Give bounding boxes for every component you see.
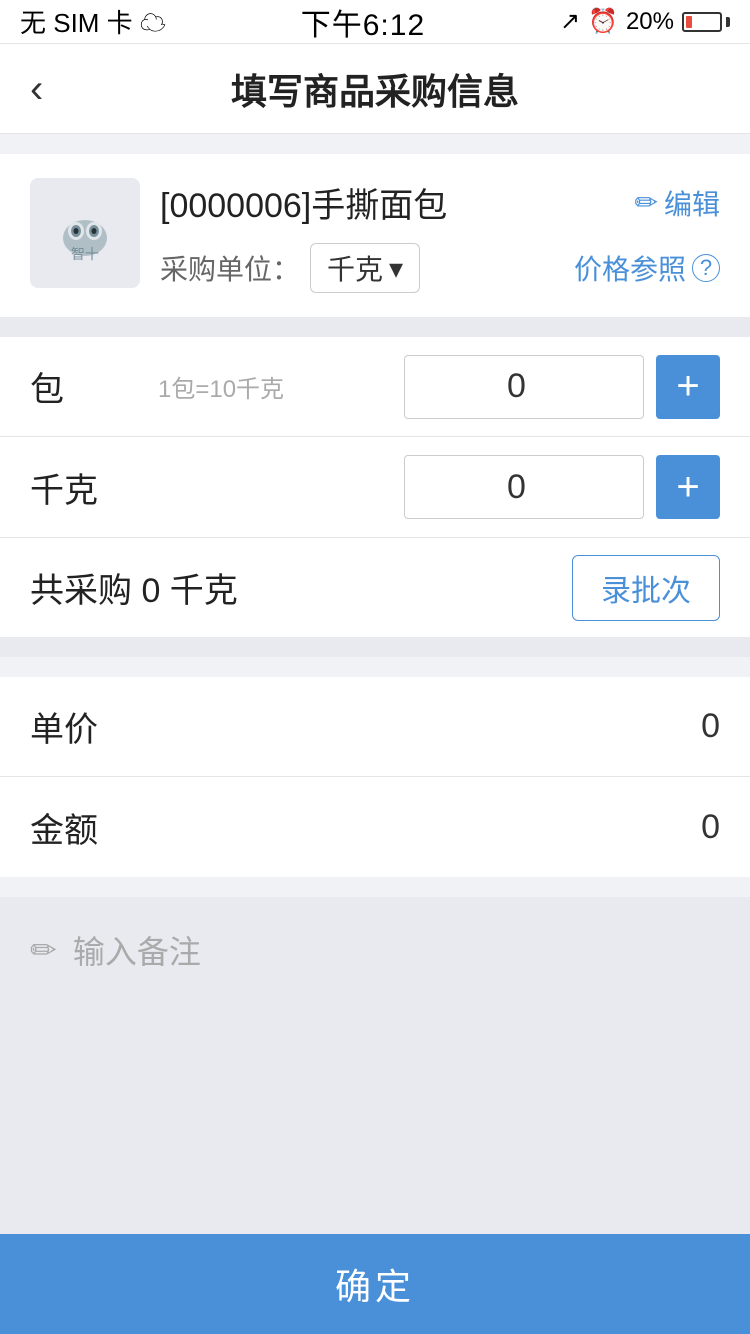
amount-value: 0	[701, 808, 720, 847]
battery-icon	[682, 12, 730, 32]
page-title: 填写商品采购信息	[231, 63, 519, 115]
amount-label: 金额	[30, 803, 701, 852]
status-left: 无 SIM 卡 ☁	[20, 3, 166, 40]
price-ref-button[interactable]: 价格参照 ?	[574, 248, 720, 288]
unit-price-value: 0	[701, 707, 720, 746]
content-spacer	[0, 1003, 750, 1263]
kg-field-wrapper: +	[404, 455, 720, 519]
unit-value: 千克	[327, 248, 383, 288]
kg-input[interactable]	[404, 455, 644, 519]
alarm-icon: ⏰	[588, 7, 618, 36]
summary-text: 共采购 0 千克	[30, 563, 572, 612]
notes-section[interactable]: ✏ 输入备注	[0, 897, 750, 1003]
dropdown-arrow: ▾	[389, 252, 403, 285]
unit-price-row: 单价 0	[0, 677, 750, 777]
bao-field-wrapper: +	[404, 355, 720, 419]
product-info: [0000006]手撕面包 ✏ 编辑 采购单位： 千克 ▾ 价格参照 ?	[160, 178, 720, 293]
product-name-row: [0000006]手撕面包 ✏ 编辑	[160, 178, 720, 227]
batch-button[interactable]: 录批次	[572, 555, 720, 621]
section-divider-2	[0, 637, 750, 657]
confirm-button[interactable]: 确定	[0, 1234, 750, 1334]
product-image: 智十	[30, 178, 140, 288]
unit-label: 采购单位：	[160, 248, 300, 288]
price-ref-help-icon: ?	[692, 254, 720, 282]
bao-input-row: 包 1包=10千克 +	[0, 337, 750, 437]
svg-text:智十: 智十	[71, 246, 99, 262]
bao-sublabel: 1包=10千克	[158, 369, 404, 404]
price-section: 单价 0 金额 0	[0, 677, 750, 877]
status-bar: 无 SIM 卡 ☁ 下午6:12 ↗ ⏰ 20%	[0, 0, 750, 44]
location-icon: ↗	[560, 7, 580, 36]
unit-price-label: 单价	[30, 702, 701, 751]
nav-bar: ‹ 填写商品采购信息	[0, 44, 750, 134]
pencil-icon: ✏	[30, 931, 57, 969]
status-time: 下午6:12	[301, 0, 425, 44]
product-name: [0000006]手撕面包	[160, 178, 447, 227]
price-ref-label: 价格参照	[574, 248, 686, 288]
back-button[interactable]: ‹	[30, 69, 43, 109]
amount-row: 金额 0	[0, 777, 750, 877]
product-unit-row: 采购单位： 千克 ▾ 价格参照 ?	[160, 243, 720, 293]
product-card: 智十 [0000006]手撕面包 ✏ 编辑 采购单位： 千克 ▾ 价格参照 ?	[0, 154, 750, 317]
unit-select-area: 采购单位： 千克 ▾	[160, 243, 420, 293]
kg-input-row: 千克 +	[0, 437, 750, 537]
summary-row: 共采购 0 千克 录批次	[0, 537, 750, 637]
bao-label: 包	[30, 362, 150, 411]
edit-button[interactable]: ✏ 编辑	[635, 183, 720, 223]
sim-status: 无 SIM 卡 ☁	[20, 3, 166, 40]
kg-plus-button[interactable]: +	[656, 455, 720, 519]
battery-level: 20%	[626, 8, 674, 36]
confirm-button-label: 确定	[335, 1258, 415, 1310]
status-right: ↗ ⏰ 20%	[560, 7, 730, 36]
kg-label: 千克	[30, 463, 150, 512]
input-section: 包 1包=10千克 + 千克 +	[0, 337, 750, 537]
bao-input[interactable]	[404, 355, 644, 419]
notes-placeholder: 输入备注	[73, 927, 201, 973]
bao-plus-button[interactable]: +	[656, 355, 720, 419]
unit-dropdown[interactable]: 千克 ▾	[310, 243, 420, 293]
edit-icon: ✏	[635, 186, 658, 219]
section-divider-1	[0, 317, 750, 337]
